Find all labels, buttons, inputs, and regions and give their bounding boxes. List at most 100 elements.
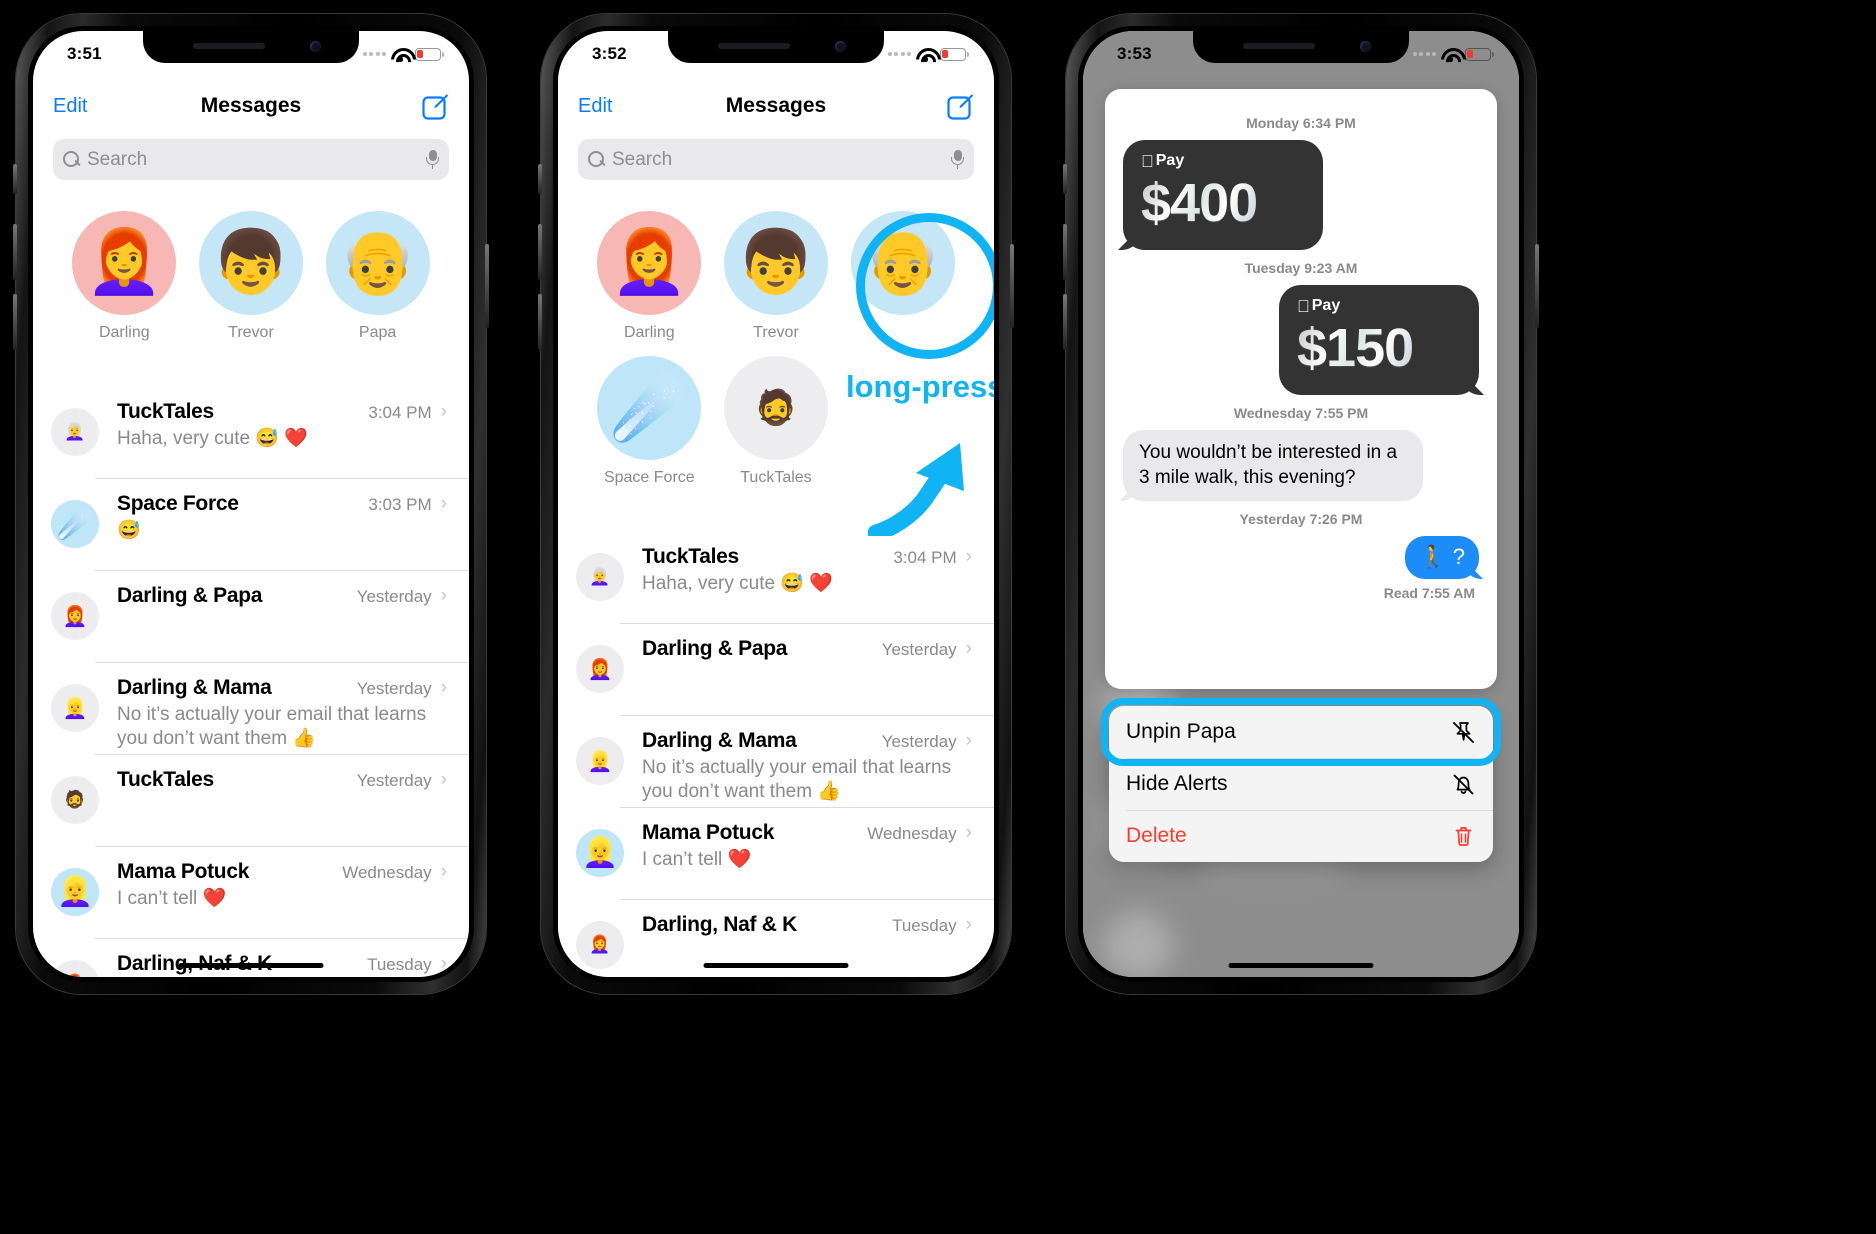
pinned-item-trevor[interactable]: 👦 Trevor	[188, 211, 315, 342]
memoji-woman-redhead-glasses: 👩‍🦰	[72, 211, 177, 315]
power-button[interactable]	[485, 244, 489, 328]
phone-1: 3:51 Edit Messages	[13, 14, 489, 994]
home-indicator[interactable]	[1228, 963, 1374, 968]
comet-avatar: ☄️	[597, 356, 702, 460]
volume-down-button[interactable]	[538, 294, 542, 350]
list-item[interactable]: 👩‍🦰 Darling & Papa Yesterday ›	[558, 623, 994, 715]
conversation-time: 3:04 PM	[893, 548, 957, 567]
context-menu-item-hide-alerts[interactable]: Hide Alerts	[1109, 758, 1493, 810]
unpin-icon	[1451, 720, 1476, 745]
power-button[interactable]	[1010, 244, 1014, 328]
conversation-preview: No it’s actually your email that learns …	[642, 757, 952, 802]
microphone-icon[interactable]	[951, 150, 964, 169]
list-item[interactable]: 👩‍🦰 Darling & Papa Yesterday ›	[33, 570, 469, 662]
compose-icon[interactable]	[422, 93, 449, 120]
conversation-name: Darling & Papa	[642, 637, 788, 660]
mute-switch[interactable]	[1063, 164, 1067, 194]
compose-icon[interactable]	[947, 93, 974, 120]
conversation-preview: I can’t tell ❤️	[642, 849, 752, 870]
conversation-preview: Haha, very cute 😅 ❤️	[642, 573, 833, 594]
group-avatar-darling-naf-k: 👩‍🦰	[51, 960, 99, 977]
message-bubble-incoming[interactable]: You wouldn’t be interested in a 3 mile w…	[1123, 430, 1423, 502]
pinned-item-trevor[interactable]: 👦 Trevor	[713, 211, 840, 342]
conversation-name: Darling & Mama	[642, 729, 797, 752]
chevron-right-icon: ›	[965, 546, 972, 567]
search-placeholder: Search	[87, 148, 148, 170]
pinned-conversations: 👩‍🦰 Darling 👦 Trevor 👴 Papa	[33, 211, 469, 356]
long-press-highlight-ring	[856, 213, 994, 359]
mute-switch[interactable]	[13, 164, 17, 194]
list-item[interactable]: 👱‍♀️ Mama Potuck Wednesday › I can’t tel…	[558, 807, 994, 899]
volume-up-button[interactable]	[538, 224, 542, 280]
list-item[interactable]: ☄️ Space Force 3:03 PM › 😅	[33, 478, 469, 570]
phone-2: 3:52 Edit Messages	[538, 14, 1014, 994]
apple-pay-message-outgoing[interactable]: Pay $150	[1279, 285, 1479, 395]
edit-button[interactable]: Edit	[53, 95, 87, 118]
search-input[interactable]: Search	[578, 139, 974, 180]
front-camera	[1360, 41, 1371, 52]
message-timestamp: Wednesday 7:55 PM	[1233, 405, 1369, 421]
pinned-item-darling[interactable]: 👩‍🦰 Darling	[586, 211, 713, 342]
signal-dots-icon	[362, 52, 386, 56]
home-indicator[interactable]	[178, 963, 324, 968]
chevron-right-icon: ›	[440, 401, 447, 422]
front-camera	[310, 41, 321, 52]
notch	[143, 31, 359, 63]
navigation-bar: Edit Messages	[558, 77, 994, 135]
group-avatar-tucktales: 👩‍🦳	[51, 408, 99, 456]
volume-up-button[interactable]	[13, 224, 17, 280]
conversation-time: Wednesday	[867, 824, 957, 843]
status-time: 3:52	[592, 44, 627, 63]
power-button[interactable]	[1535, 244, 1539, 328]
mute-switch[interactable]	[538, 164, 542, 194]
long-press-annotation-label: long-press	[846, 369, 994, 404]
apple-logo-icon: 	[1297, 298, 1310, 315]
read-receipt: Read 7:55 AM	[1383, 584, 1475, 601]
phone-3: 3:53 Monday 6:34 PM Pay $400	[1063, 14, 1539, 994]
chevron-right-icon: ›	[965, 914, 972, 935]
list-item[interactable]: 👩‍🦳 TuckTales 3:04 PM › Haha, very cute …	[558, 531, 994, 623]
pinned-item-papa[interactable]: 👴 Papa	[314, 211, 441, 342]
list-item[interactable]: 👱‍♀️ Darling & Mama Yesterday › No it’s …	[33, 662, 469, 754]
chevron-right-icon: ›	[965, 638, 972, 659]
conversation-time: Yesterday	[356, 771, 432, 790]
conversation-name: Darling & Mama	[117, 676, 272, 699]
comet-avatar: ☄️	[51, 500, 99, 548]
trash-icon	[1451, 824, 1476, 849]
list-item[interactable]: 👩‍🦳 TuckTales 3:04 PM › Haha, very cute …	[33, 386, 469, 478]
memoji-blonde-woman: 👱‍♀️	[51, 868, 99, 916]
volume-down-button[interactable]	[1063, 294, 1067, 350]
context-menu-item-delete[interactable]: Delete	[1109, 810, 1493, 862]
list-item[interactable]: 👩‍🦰 Darling, Naf & K Tuesday ›	[33, 938, 469, 977]
list-item[interactable]: 👱‍♀️ Darling & Mama Yesterday › No it’s …	[558, 715, 994, 807]
apple-pay-amount: $150	[1297, 317, 1461, 379]
chevron-right-icon: ›	[440, 585, 447, 606]
pinned-item-tucktales[interactable]: 🧔 TuckTales	[713, 356, 840, 487]
context-menu-label: Delete	[1126, 824, 1187, 847]
list-item[interactable]: 🧔 TuckTales Yesterday ›	[33, 754, 469, 846]
conversation-name: TuckTales	[117, 400, 214, 423]
volume-down-button[interactable]	[13, 294, 17, 350]
message-timestamp: Yesterday 7:26 PM	[1239, 511, 1363, 528]
memoji-woman-redhead-glasses: 👩‍🦰	[597, 211, 702, 315]
pinned-item-darling[interactable]: 👩‍🦰 Darling	[61, 211, 188, 342]
home-indicator[interactable]	[703, 963, 849, 968]
microphone-icon[interactable]	[426, 150, 439, 169]
pinned-label: TuckTales	[740, 469, 812, 486]
volume-up-button[interactable]	[1063, 224, 1067, 280]
apple-pay-message-incoming[interactable]: Pay $400	[1123, 140, 1323, 250]
front-camera	[835, 41, 846, 52]
pinned-label: Trevor	[753, 324, 799, 341]
pinned-label: Trevor	[228, 324, 274, 341]
battery-icon	[1465, 47, 1494, 61]
edit-button[interactable]: Edit	[578, 95, 612, 118]
conversation-list: 👩‍🦳 TuckTales 3:04 PM › Haha, very cute …	[33, 386, 469, 977]
pinned-item-space-force[interactable]: ☄️ Space Force	[586, 356, 713, 487]
context-menu-item-unpin[interactable]: Unpin Papa	[1109, 706, 1493, 758]
list-item[interactable]: 👱‍♀️ Mama Potuck Wednesday › I can’t tel…	[33, 846, 469, 938]
bell-slash-icon	[1451, 772, 1476, 797]
conversation-time: Tuesday	[892, 916, 957, 935]
message-bubble-outgoing[interactable]: 🚶 ?	[1405, 536, 1479, 579]
chevron-right-icon: ›	[440, 769, 447, 790]
search-input[interactable]: Search	[53, 139, 449, 180]
